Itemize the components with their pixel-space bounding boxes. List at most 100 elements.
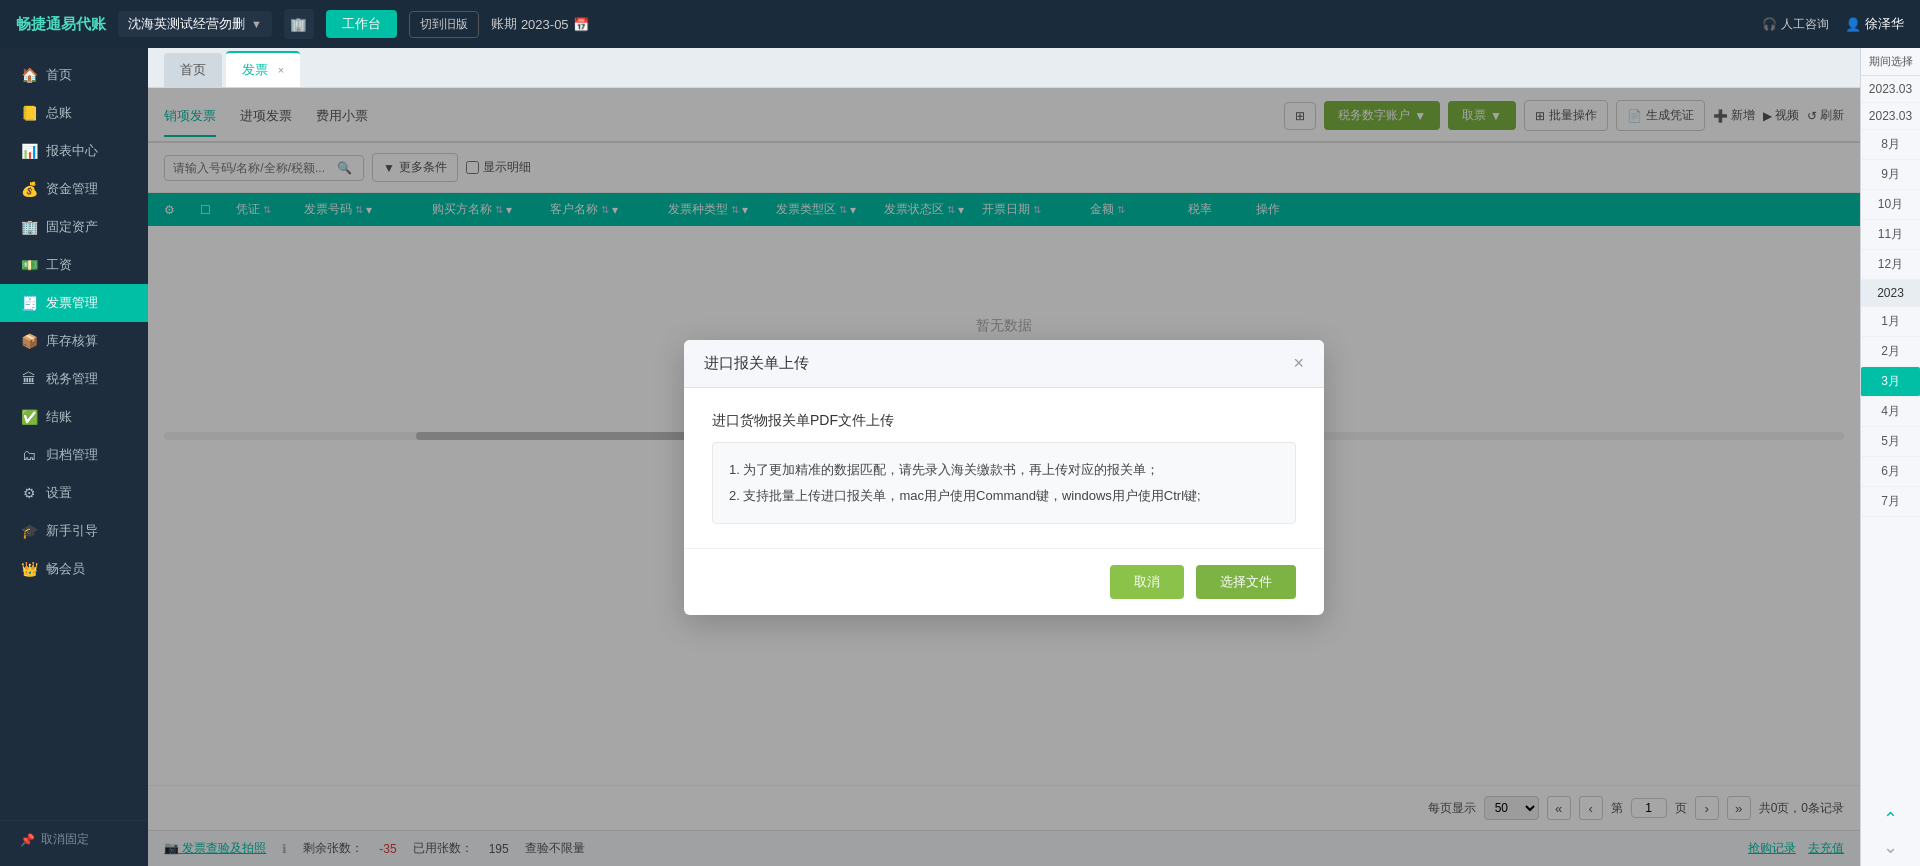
- period-item-4m[interactable]: 4月: [1861, 397, 1920, 427]
- sidebar-item-payroll[interactable]: 💵 工资: [0, 246, 148, 284]
- sidebar-item-invoice[interactable]: 🧾 发票管理: [0, 284, 148, 322]
- service-button[interactable]: 🎧 人工咨询: [1762, 16, 1829, 33]
- sidebar: 🏠 首页 📒 总账 📊 报表中心 💰 资金管理 🏢 固定资产 💵 工资 🧾 发票…: [0, 48, 148, 866]
- switch-old-button[interactable]: 切到旧版: [409, 11, 479, 38]
- invoice-icon: 🧾: [20, 294, 38, 312]
- period-item-0[interactable]: 2023.03: [1861, 76, 1920, 103]
- tab-close-icon[interactable]: ×: [278, 64, 284, 76]
- sidebar-label-home: 首页: [46, 66, 72, 84]
- company-icon-button[interactable]: 🏢: [284, 9, 314, 39]
- sidebar-item-settle[interactable]: ✅ 结账: [0, 398, 148, 436]
- building-icon: 🏢: [290, 17, 307, 32]
- inventory-icon: 📦: [20, 332, 38, 350]
- company-name: 沈海英测试经营勿删: [128, 15, 245, 33]
- dialog-info-item-2: 2. 支持批量上传进口报关单，mac用户使用Command键，windows用户…: [729, 483, 1279, 509]
- workspace-button[interactable]: 工作台: [326, 10, 397, 38]
- dialog-section-title: 进口货物报关单PDF文件上传: [712, 412, 1296, 430]
- sidebar-item-home[interactable]: 🏠 首页: [0, 56, 148, 94]
- chevron-down-icon: ▼: [251, 18, 262, 30]
- period-panel: 期间选择 2023.03 2023.03 8月 9月 10月 11月 12月 2…: [1860, 48, 1920, 866]
- top-bar: 畅捷通易代账 沈海英测试经营勿删 ▼ 🏢 工作台 切到旧版 账期 2023-05…: [0, 0, 1920, 48]
- period-item-year-2023[interactable]: 2023: [1861, 280, 1920, 307]
- user-menu[interactable]: 👤 徐泽华: [1845, 15, 1904, 33]
- headset-icon: 🎧: [1762, 17, 1777, 31]
- period-item-2m[interactable]: 2月: [1861, 337, 1920, 367]
- tab-home[interactable]: 首页: [164, 53, 222, 87]
- dialog-close-button[interactable]: ×: [1293, 354, 1304, 372]
- period-item-1m[interactable]: 1月: [1861, 307, 1920, 337]
- dialog-confirm-button[interactable]: 选择文件: [1196, 565, 1296, 599]
- tab-bar: 首页 发票 ×: [148, 48, 1860, 88]
- sidebar-item-settings[interactable]: ⚙ 设置: [0, 474, 148, 512]
- main-content: 首页 发票 × 销项发票 进项发票 费用小票: [148, 48, 1860, 866]
- pin-toggle[interactable]: 📌 取消固定: [0, 820, 148, 858]
- sidebar-item-report[interactable]: 📊 报表中心: [0, 132, 148, 170]
- dialog-footer: 取消 选择文件: [684, 548, 1324, 615]
- sidebar-item-funds[interactable]: 💰 资金管理: [0, 170, 148, 208]
- period-item-9m[interactable]: 9月: [1861, 160, 1920, 190]
- dialog-overlay[interactable]: 进口报关单上传 × 进口货物报关单PDF文件上传 1. 为了更加精准的数据匹配，…: [148, 88, 1860, 866]
- sidebar-label-member: 畅会员: [46, 560, 85, 578]
- top-bar-right: 🎧 人工咨询 👤 徐泽华: [1762, 15, 1904, 33]
- sidebar-item-assets[interactable]: 🏢 固定资产: [0, 208, 148, 246]
- sidebar-item-ledger[interactable]: 📒 总账: [0, 94, 148, 132]
- content-area: 销项发票 进项发票 费用小票 ⊞ 税务数字账户 ▼: [148, 88, 1860, 866]
- sidebar-label-settle: 结账: [46, 408, 72, 426]
- ledger-icon: 📒: [20, 104, 38, 122]
- dialog-body: 进口货物报关单PDF文件上传 1. 为了更加精准的数据匹配，请先录入海关缴款书，…: [684, 388, 1324, 548]
- period-item-7m[interactable]: 7月: [1861, 487, 1920, 517]
- tax-icon: 🏛: [20, 370, 38, 388]
- sidebar-item-inventory[interactable]: 📦 库存核算: [0, 322, 148, 360]
- funds-icon: 💰: [20, 180, 38, 198]
- period-label: 账期: [491, 15, 517, 33]
- period-value: 2023-05: [521, 17, 569, 32]
- sidebar-label-payroll: 工资: [46, 256, 72, 274]
- sidebar-item-member[interactable]: 👑 畅会员: [0, 550, 148, 588]
- app-logo: 畅捷通易代账: [16, 15, 106, 34]
- dialog-title: 进口报关单上传: [704, 354, 809, 373]
- period-panel-title: 期间选择: [1861, 48, 1920, 76]
- service-label: 人工咨询: [1781, 16, 1829, 33]
- sidebar-label-funds: 资金管理: [46, 180, 98, 198]
- period-display: 账期 2023-05 📅: [491, 15, 589, 33]
- dialog-info-item-1: 1. 为了更加精准的数据匹配，请先录入海关缴款书，再上传对应的报关单；: [729, 457, 1279, 483]
- user-icon: 👤: [1845, 17, 1861, 32]
- home-icon: 🏠: [20, 66, 38, 84]
- sidebar-item-guide[interactable]: 🎓 新手引导: [0, 512, 148, 550]
- settle-icon: ✅: [20, 408, 38, 426]
- payroll-icon: 💵: [20, 256, 38, 274]
- pin-icon: 📌: [20, 833, 35, 847]
- sidebar-label-guide: 新手引导: [46, 522, 98, 540]
- tab-home-label: 首页: [180, 62, 206, 77]
- period-item-3m[interactable]: 3月: [1861, 367, 1920, 397]
- tab-invoice[interactable]: 发票 ×: [226, 51, 300, 87]
- calendar-icon[interactable]: 📅: [573, 17, 589, 32]
- period-item-5m[interactable]: 5月: [1861, 427, 1920, 457]
- period-item-12m[interactable]: 12月: [1861, 250, 1920, 280]
- settings-icon: ⚙: [20, 484, 38, 502]
- period-item-1[interactable]: 2023.03: [1861, 103, 1920, 130]
- sidebar-label-tax: 税务管理: [46, 370, 98, 388]
- pin-label: 取消固定: [41, 831, 89, 848]
- sidebar-label-ledger: 总账: [46, 104, 72, 122]
- period-item-8m[interactable]: 8月: [1861, 130, 1920, 160]
- archive-icon: 🗂: [20, 446, 38, 464]
- dialog-cancel-button[interactable]: 取消: [1110, 565, 1184, 599]
- sidebar-label-archive: 归档管理: [46, 446, 98, 464]
- assets-icon: 🏢: [20, 218, 38, 236]
- dialog-header: 进口报关单上传 ×: [684, 340, 1324, 388]
- sidebar-item-archive[interactable]: 🗂 归档管理: [0, 436, 148, 474]
- chevron-up-icon[interactable]: ⌃: [1883, 808, 1898, 830]
- member-icon: 👑: [20, 560, 38, 578]
- guide-icon: 🎓: [20, 522, 38, 540]
- chevron-down-icon-period[interactable]: ⌄: [1883, 836, 1898, 858]
- sidebar-label-settings: 设置: [46, 484, 72, 502]
- period-item-11m[interactable]: 11月: [1861, 220, 1920, 250]
- period-item-6m[interactable]: 6月: [1861, 457, 1920, 487]
- period-item-10m[interactable]: 10月: [1861, 190, 1920, 220]
- main-layout: 🏠 首页 📒 总账 📊 报表中心 💰 资金管理 🏢 固定资产 💵 工资 🧾 发票…: [0, 48, 1920, 866]
- sidebar-label-invoice: 发票管理: [46, 294, 98, 312]
- sidebar-item-tax[interactable]: 🏛 税务管理: [0, 360, 148, 398]
- company-selector[interactable]: 沈海英测试经营勿删 ▼: [118, 11, 272, 37]
- sidebar-label-report: 报表中心: [46, 142, 98, 160]
